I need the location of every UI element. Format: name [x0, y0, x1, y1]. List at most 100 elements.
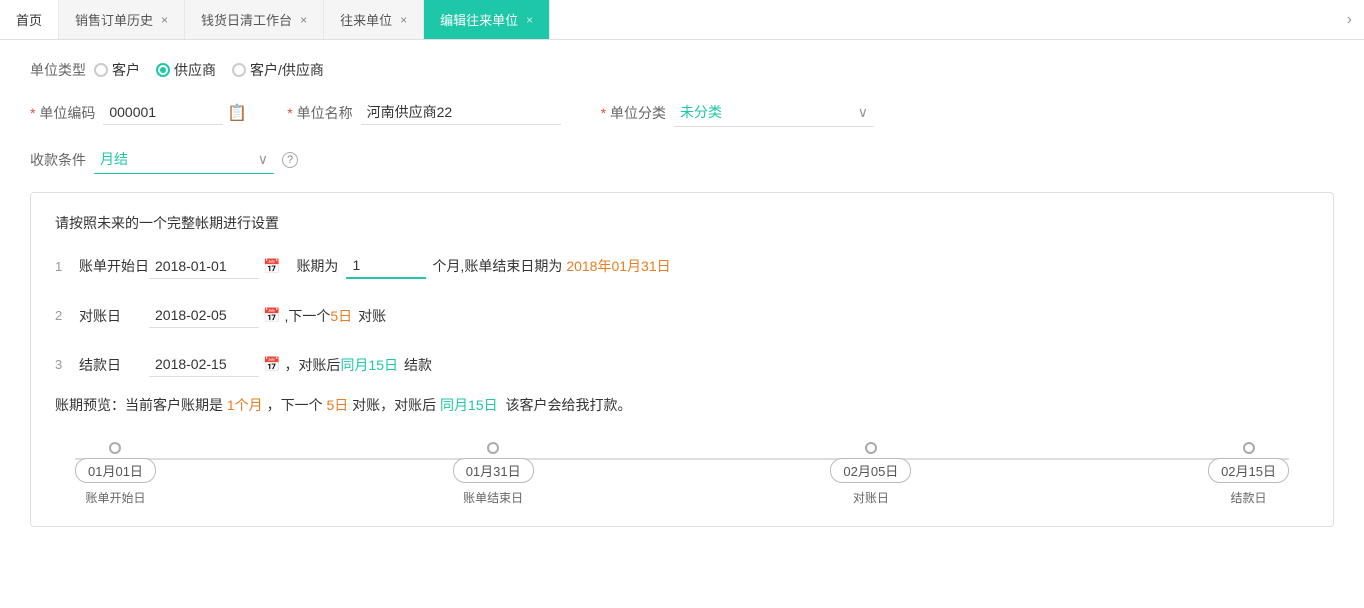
timeline-label-1: 账单结束日	[463, 489, 523, 506]
row-3-date-input[interactable]	[149, 352, 259, 377]
tab-edit-partner-close[interactable]: ×	[526, 13, 533, 27]
setting-row-1: 1 账单开始日 📅 账期为 个月,账单结束日期为 2018年01月31日	[55, 253, 1309, 279]
preview-sep2: 对账，对账后	[352, 397, 436, 413]
tab-partner-label: 往来单位	[340, 10, 392, 29]
preview-part2: 5日	[326, 397, 348, 413]
row-1-date-input[interactable]	[149, 254, 259, 279]
code-input[interactable]	[103, 100, 223, 125]
tab-sales-order-label: 销售订单历史	[75, 10, 153, 29]
row-2-label: 对账日	[79, 306, 149, 326]
row-2-calendar-icon[interactable]: 📅	[263, 307, 280, 324]
row-3-num: 3	[55, 357, 79, 372]
radio-customer-label: 客户	[112, 60, 140, 80]
tab-home-label: 首页	[16, 10, 42, 29]
payment-row: 收款条件 月结 ∨ ?	[30, 145, 1334, 174]
tab-partner-close[interactable]: ×	[400, 13, 407, 27]
timeline-node-3: 02月15日 结款日	[1208, 442, 1289, 506]
category-dropdown-arrow: ∨	[858, 104, 868, 121]
payment-select[interactable]: 月结 ∨	[94, 145, 274, 174]
preview-part1: 1个月	[227, 397, 263, 413]
timeline-node-2: 02月05日 对账日	[830, 442, 911, 506]
timeline-badge-0: 01月01日	[75, 458, 156, 483]
row-2-num: 2	[55, 308, 79, 323]
timeline-label-0: 账单开始日	[85, 489, 145, 506]
tab-edit-partner[interactable]: 编辑往来单位 ×	[424, 0, 550, 39]
timeline-label-3: 结款日	[1231, 489, 1267, 506]
row-2-date-input[interactable]	[149, 303, 259, 328]
tab-cash-work-label: 钱货日清工作台	[201, 10, 292, 29]
row-3-calendar-icon[interactable]: 📅	[263, 356, 280, 373]
unit-type-row: 单位类型 客户 供应商 客户/供应商	[30, 60, 1334, 80]
row-1-period-unit: 个月,账单结束日期为	[432, 256, 562, 276]
preview-part3: 同月15日	[440, 397, 498, 413]
radio-supplier-circle	[156, 63, 170, 77]
timeline-nodes: 01月01日 账单开始日 01月31日 账单结束日 02月05日 对账日 02月…	[75, 442, 1289, 506]
tab-more-button[interactable]: ›	[1335, 11, 1364, 29]
name-input[interactable]	[361, 100, 561, 125]
tab-bar: 首页 销售订单历史 × 钱货日清工作台 × 往来单位 × 编辑往来单位 × ›	[0, 0, 1364, 40]
timeline-badge-1: 01月31日	[453, 458, 534, 483]
code-field-group: 单位编码 📋	[30, 100, 247, 125]
row-1-period-end: 2018年01月31日	[566, 256, 670, 276]
timeline: 01月01日 账单开始日 01月31日 账单结束日 02月05日 对账日 02月…	[55, 442, 1309, 506]
row-1-period-input[interactable]	[346, 253, 426, 279]
radio-customer[interactable]: 客户	[94, 60, 140, 80]
preview-prefix: 账期预览：当前客户账期是	[55, 397, 223, 413]
name-field-group: 单位名称	[287, 100, 560, 125]
timeline-node-1: 01月31日 账单结束日	[453, 442, 534, 506]
settings-section: 请按照未来的一个完整帐期进行设置 1 账单开始日 📅 账期为 个月,账单结束日期…	[30, 192, 1334, 527]
preview-text: 账期预览：当前客户账期是 1个月 ，下一个 5日 对账，对账后 同月15日 该客…	[55, 393, 1309, 418]
tab-sales-order[interactable]: 销售订单历史 ×	[59, 0, 185, 39]
tab-sales-order-close[interactable]: ×	[161, 13, 168, 27]
radio-both[interactable]: 客户/供应商	[232, 60, 324, 80]
section-title: 请按照未来的一个完整帐期进行设置	[55, 213, 1309, 233]
row-1-num: 1	[55, 259, 79, 274]
category-field-group: 单位分类 未分类 ∨	[601, 98, 874, 127]
payment-dropdown-arrow: ∨	[258, 151, 268, 168]
radio-both-label: 客户/供应商	[250, 60, 324, 80]
payment-value: 月结	[100, 149, 250, 169]
row-1-period-label: 账期为	[296, 256, 338, 276]
row-3-desc-prefix: ，对账后	[284, 355, 340, 375]
radio-both-circle	[232, 63, 246, 77]
code-name-category-row: 单位编码 📋 单位名称 单位分类 未分类 ∨	[30, 98, 1334, 127]
setting-row-3: 3 结款日 📅 ，对账后 同月15日 结款	[55, 352, 1309, 377]
row-3-desc-highlight: 同月15日	[340, 355, 398, 375]
category-value: 未分类	[680, 102, 850, 122]
row-2-desc-prefix: ,下一个	[284, 306, 330, 326]
timeline-badge-2: 02月05日	[830, 458, 911, 483]
tab-partner[interactable]: 往来单位 ×	[324, 0, 424, 39]
timeline-label-2: 对账日	[853, 489, 889, 506]
timeline-dot-1	[487, 442, 499, 454]
category-label: 单位分类	[601, 103, 666, 123]
preview-sep1: ，下一个	[267, 397, 323, 413]
preview-suffix: 该客户会给我打款。	[506, 397, 632, 413]
tab-cash-work[interactable]: 钱货日清工作台 ×	[185, 0, 324, 39]
timeline-dot-0	[109, 442, 121, 454]
payment-label: 收款条件	[30, 150, 86, 170]
unit-type-radio-group: 客户 供应商 客户/供应商	[94, 60, 324, 80]
name-label: 单位名称	[287, 103, 352, 123]
code-label: 单位编码	[30, 103, 95, 123]
row-1-label: 账单开始日	[79, 256, 149, 276]
row-3-label: 结款日	[79, 355, 149, 375]
row-3-desc-suffix: 结款	[404, 355, 432, 375]
code-calendar-icon[interactable]: 📋	[227, 103, 247, 123]
tab-cash-work-close[interactable]: ×	[300, 13, 307, 27]
radio-supplier-label: 供应商	[174, 60, 216, 80]
row-2-desc-highlight: 5日	[330, 306, 352, 326]
timeline-dot-2	[865, 442, 877, 454]
tab-edit-partner-label: 编辑往来单位	[440, 10, 518, 29]
row-2-desc-suffix: 对账	[358, 306, 386, 326]
row-1-calendar-icon[interactable]: 📅	[263, 258, 280, 275]
tab-home[interactable]: 首页	[0, 0, 59, 39]
timeline-dot-3	[1243, 442, 1255, 454]
radio-supplier[interactable]: 供应商	[156, 60, 216, 80]
radio-customer-circle	[94, 63, 108, 77]
payment-help-icon[interactable]: ?	[282, 152, 298, 168]
timeline-badge-3: 02月15日	[1208, 458, 1289, 483]
category-select[interactable]: 未分类 ∨	[674, 98, 874, 127]
timeline-node-0: 01月01日 账单开始日	[75, 442, 156, 506]
unit-type-label: 单位类型	[30, 60, 86, 80]
main-content: 单位类型 客户 供应商 客户/供应商 单位编码 📋 单位名称	[0, 40, 1364, 608]
